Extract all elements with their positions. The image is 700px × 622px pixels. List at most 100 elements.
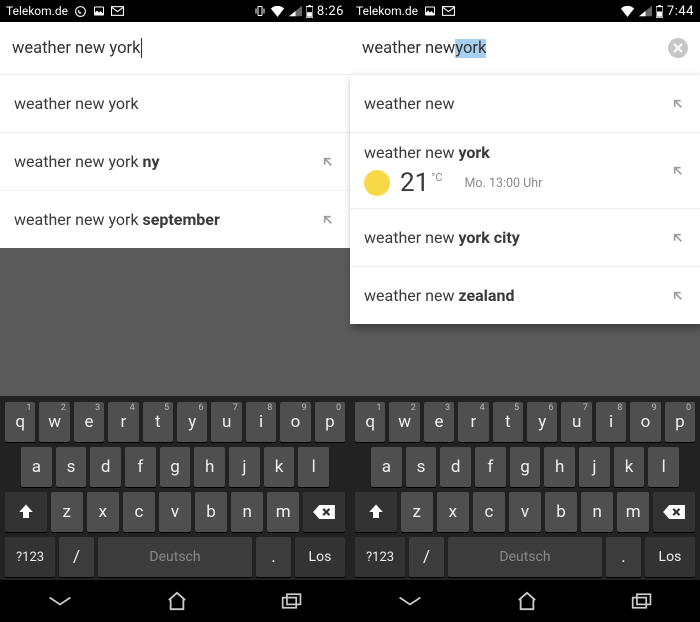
image-icon (93, 5, 105, 17)
nav-back-icon[interactable] (47, 594, 73, 608)
key-w[interactable]: w2 (39, 402, 69, 442)
key-w[interactable]: w2 (389, 402, 419, 442)
key-m[interactable]: m (267, 492, 299, 532)
key-y[interactable]: y6 (177, 402, 207, 442)
clock-time: 8:26 (317, 4, 344, 19)
insert-arrow-icon[interactable] (320, 154, 336, 170)
key-l[interactable]: l (298, 447, 329, 487)
suggestion-item[interactable]: weather new york ny (0, 132, 350, 190)
search-bar[interactable]: weather new york (0, 22, 350, 74)
key-b[interactable]: b (545, 492, 577, 532)
key-v[interactable]: v (509, 492, 541, 532)
key-p[interactable]: p0 (665, 402, 695, 442)
key-c[interactable]: c (473, 492, 505, 532)
suggestion-item[interactable]: weather new (350, 74, 700, 132)
key-j[interactable]: j (229, 447, 260, 487)
key-j[interactable]: j (579, 447, 610, 487)
key-c[interactable]: c (123, 492, 155, 532)
text-cursor (141, 38, 142, 58)
key-e[interactable]: e3 (74, 402, 104, 442)
key-go[interactable]: Los (295, 537, 345, 577)
nav-home-icon[interactable] (166, 591, 188, 611)
key-g[interactable]: g (510, 447, 541, 487)
key-d[interactable]: d (90, 447, 121, 487)
key-o[interactable]: o9 (280, 402, 310, 442)
weather-time: Mo. 13:00 Uhr (465, 176, 543, 191)
insert-arrow-icon[interactable] (670, 163, 686, 179)
search-bar[interactable]: weather new york (350, 22, 700, 74)
key-d[interactable]: d (440, 447, 471, 487)
key-backspace[interactable] (303, 492, 345, 532)
key-shift[interactable] (355, 492, 397, 532)
key-i[interactable]: i8 (246, 402, 276, 442)
key-z[interactable]: z (401, 492, 433, 532)
key-e[interactable]: e3 (424, 402, 454, 442)
clock-time: 7:44 (667, 4, 694, 19)
key-a[interactable]: a (371, 447, 402, 487)
key-k[interactable]: k (614, 447, 645, 487)
key-n[interactable]: n (581, 492, 613, 532)
nav-home-icon[interactable] (516, 591, 538, 611)
key-x[interactable]: x (437, 492, 469, 532)
key-s[interactable]: s (56, 447, 87, 487)
insert-arrow-icon[interactable] (320, 212, 336, 228)
signal-icon (639, 5, 652, 17)
suggestion-item[interactable]: weather new york september (0, 190, 350, 248)
key-go[interactable]: Los (645, 537, 695, 577)
clear-icon[interactable] (668, 38, 688, 58)
key-h[interactable]: h (194, 447, 225, 487)
key-t[interactable]: t5 (143, 402, 173, 442)
key-z[interactable]: z (51, 492, 83, 532)
insert-arrow-icon[interactable] (670, 230, 686, 246)
key-backspace[interactable] (653, 492, 695, 532)
key-slash[interactable]: / (409, 537, 444, 577)
key-period[interactable]: . (256, 537, 291, 577)
key-o[interactable]: o9 (630, 402, 660, 442)
key-r[interactable]: r4 (108, 402, 138, 442)
key-i[interactable]: i8 (596, 402, 626, 442)
key-r[interactable]: r4 (458, 402, 488, 442)
suggestion-item[interactable]: weather new york city (350, 208, 700, 266)
key-f[interactable]: f (125, 447, 156, 487)
suggestion-item[interactable]: weather new zealand (350, 266, 700, 324)
key-m[interactable]: m (617, 492, 649, 532)
suggestion-item[interactable]: weather new york (0, 74, 350, 132)
key-n[interactable]: n (231, 492, 263, 532)
search-input: weather new york (362, 39, 486, 58)
key-y[interactable]: y6 (527, 402, 557, 442)
battery-icon (656, 5, 663, 18)
key-space[interactable]: Deutsch (98, 537, 252, 577)
suggestion-item-rich[interactable]: weather new york 21°C Mo. 13:00 Uhr (350, 132, 700, 208)
battery-icon (306, 5, 313, 18)
nav-recent-icon[interactable] (281, 592, 303, 610)
key-q[interactable]: q1 (355, 402, 385, 442)
key-k[interactable]: k (264, 447, 295, 487)
insert-arrow-icon[interactable] (670, 288, 686, 304)
nav-recent-icon[interactable] (631, 592, 653, 610)
key-t[interactable]: t5 (493, 402, 523, 442)
key-p[interactable]: p0 (315, 402, 345, 442)
key-x[interactable]: x (87, 492, 119, 532)
nav-back-icon[interactable] (397, 594, 423, 608)
key-v[interactable]: v (159, 492, 191, 532)
key-shift[interactable] (5, 492, 47, 532)
key-l[interactable]: l (648, 447, 679, 487)
key-symbols[interactable]: ?123 (355, 537, 405, 577)
key-symbols[interactable]: ?123 (5, 537, 55, 577)
status-bar: Telekom.de 8:26 (0, 0, 350, 22)
key-u[interactable]: u7 (211, 402, 241, 442)
insert-arrow-icon[interactable] (670, 96, 686, 112)
key-b[interactable]: b (195, 492, 227, 532)
key-q[interactable]: q1 (5, 402, 35, 442)
key-h[interactable]: h (544, 447, 575, 487)
key-s[interactable]: s (406, 447, 437, 487)
key-period[interactable]: . (606, 537, 641, 577)
key-slash[interactable]: / (59, 537, 94, 577)
key-g[interactable]: g (160, 447, 191, 487)
key-u[interactable]: u7 (561, 402, 591, 442)
whatsapp-icon (74, 5, 87, 18)
key-a[interactable]: a (21, 447, 52, 487)
key-f[interactable]: f (475, 447, 506, 487)
gmail-icon (111, 6, 124, 16)
key-space[interactable]: Deutsch (448, 537, 602, 577)
